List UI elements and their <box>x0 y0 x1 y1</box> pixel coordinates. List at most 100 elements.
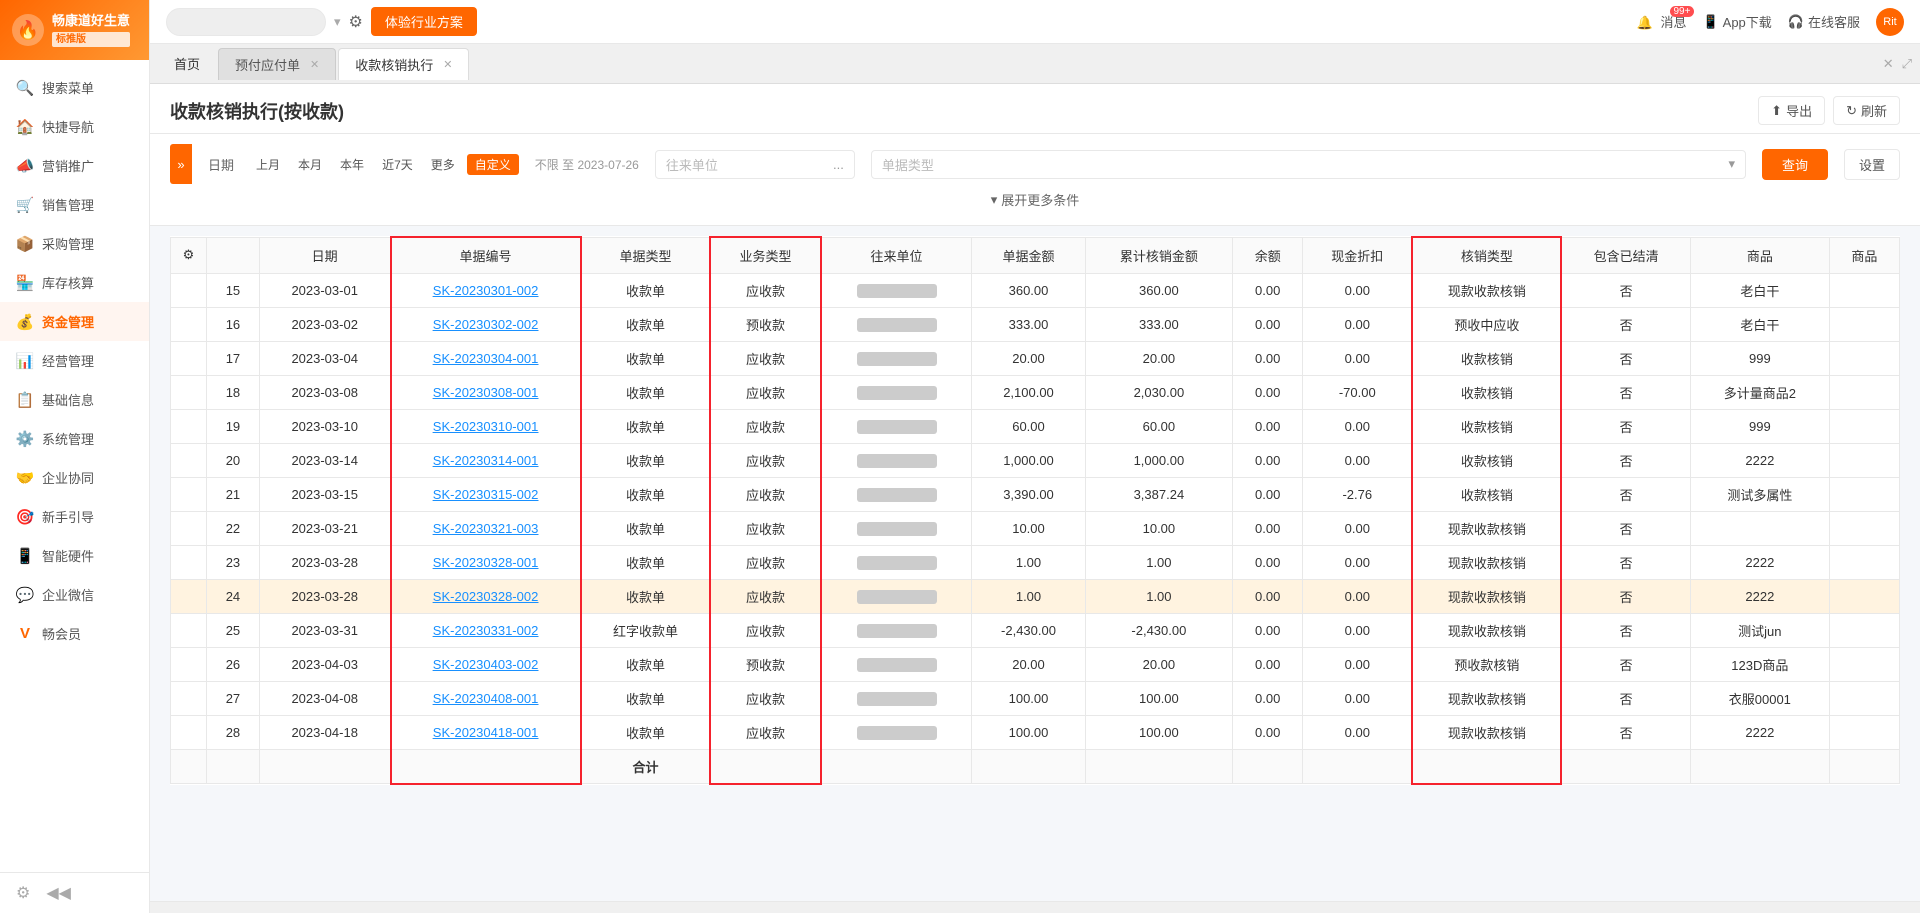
sidebar-item-hardware[interactable]: 📱 智能硬件 <box>0 536 149 575</box>
col-biztype-header[interactable]: 业务类型 <box>710 237 820 274</box>
row-docno[interactable]: SK-20230418-001 <box>391 716 581 750</box>
sidebar-item-member[interactable]: V 畅会员 <box>0 614 149 653</box>
sidebar-item-system[interactable]: ⚙️ 系统管理 <box>0 419 149 458</box>
horizontal-scrollbar[interactable] <box>150 901 1920 913</box>
row-docno[interactable]: SK-20230403-002 <box>391 648 581 682</box>
sidebar-item-marketing[interactable]: 📣 营销推广 <box>0 146 149 185</box>
col-date-header[interactable]: 日期 <box>259 237 390 274</box>
row-docno[interactable]: SK-20230304-001 <box>391 342 581 376</box>
doc-no-link[interactable]: SK-20230331-002 <box>433 623 539 638</box>
col-cumulative-header[interactable]: 累计核销金额 <box>1085 237 1233 274</box>
sidebar-item-search[interactable]: 🔍 搜索菜单 <box>0 68 149 107</box>
col-rowno-header <box>207 237 260 274</box>
col-amount-header[interactable]: 单据金额 <box>972 237 1085 274</box>
row-biztype: 应收款 <box>710 274 820 308</box>
col-settled-header[interactable]: 包含已结清 <box>1561 237 1690 274</box>
this-month-btn[interactable]: 本月 <box>292 154 328 175</box>
chevron-down-icon: ▾ <box>991 192 998 208</box>
gear-icon[interactable]: ⚙ <box>349 12 363 32</box>
page-header-actions: ⬆ 导出 ↻ 刷新 <box>1758 96 1900 125</box>
sidebar-item-ops[interactable]: 📊 经营管理 <box>0 341 149 380</box>
filter-settings-button[interactable]: 设置 <box>1844 149 1900 180</box>
tab-collection[interactable]: 收款核销执行 ✕ <box>338 48 469 80</box>
doc-no-link[interactable]: SK-20230408-001 <box>433 691 539 706</box>
sidebar-item-finance[interactable]: 💰 资金管理 <box>0 302 149 341</box>
doc-no-link[interactable]: SK-20230301-002 <box>433 283 539 298</box>
sidebar-item-corp[interactable]: 🤝 企业协同 <box>0 458 149 497</box>
tab-prepay-close-icon[interactable]: ✕ <box>310 58 319 71</box>
last-7days-btn[interactable]: 近7天 <box>376 154 419 175</box>
doc-no-link[interactable]: SK-20230304-001 <box>433 351 539 366</box>
custom-date-btn[interactable]: 自定义 <box>467 154 519 175</box>
col-settings-header[interactable]: ⚙ <box>171 237 207 274</box>
doc-no-link[interactable]: SK-20230403-002 <box>433 657 539 672</box>
doc-no-link[interactable]: SK-20230315-002 <box>433 487 539 502</box>
sidebar-item-purchase[interactable]: 📦 采购管理 <box>0 224 149 263</box>
doc-no-link[interactable]: SK-20230321-003 <box>433 521 539 536</box>
online-support[interactable]: 🎧 在线客服 <box>1788 12 1860 31</box>
row-docno[interactable]: SK-20230314-001 <box>391 444 581 478</box>
col-discount-header[interactable]: 现金折扣 <box>1303 237 1413 274</box>
type-filter[interactable]: 单据类型 ▾ <box>871 150 1746 179</box>
tab-maximize-icon[interactable]: ⤢ <box>1902 56 1912 72</box>
row-checkbox <box>171 410 207 444</box>
doc-no-link[interactable]: SK-20230328-002 <box>433 589 539 604</box>
sidebar-item-wechat[interactable]: 💬 企业微信 <box>0 575 149 614</box>
sidebar-item-quick-nav[interactable]: 🏠 快捷导航 <box>0 107 149 146</box>
row-docno[interactable]: SK-20230301-002 <box>391 274 581 308</box>
row-docno[interactable]: SK-20230331-002 <box>391 614 581 648</box>
col-partner-header[interactable]: 往来单位 <box>821 237 972 274</box>
app-download[interactable]: 📱 App下载 <box>1702 12 1771 31</box>
sidebar-collapse-icon[interactable]: ◀◀ <box>46 883 71 903</box>
doc-no-link[interactable]: SK-20230308-001 <box>433 385 539 400</box>
doc-no-link[interactable]: SK-20230314-001 <box>433 453 539 468</box>
query-button[interactable]: 查询 <box>1762 149 1828 180</box>
user-avatar[interactable]: Rit <box>1876 8 1904 36</box>
doc-no-link[interactable]: SK-20230310-001 <box>433 419 539 434</box>
row-doctype: 收款单 <box>581 376 711 410</box>
tab-collection-close-icon[interactable]: ✕ <box>443 58 452 71</box>
sidebar-settings-icon[interactable]: ⚙ <box>16 883 30 903</box>
row-docno[interactable]: SK-20230308-001 <box>391 376 581 410</box>
row-docno[interactable]: SK-20230328-001 <box>391 546 581 580</box>
col-balance-header[interactable]: 余额 <box>1233 237 1303 274</box>
tab-home[interactable]: 首页 <box>158 48 216 80</box>
tab-prepay[interactable]: 预付应付单 ✕ <box>218 48 336 80</box>
solution-button[interactable]: 体验行业方案 <box>371 7 477 36</box>
doc-no-link[interactable]: SK-20230418-001 <box>433 725 539 740</box>
row-docno[interactable]: SK-20230321-003 <box>391 512 581 546</box>
row-discount: 0.00 <box>1303 716 1413 750</box>
col-docno-header[interactable]: 单据编号 <box>391 237 581 274</box>
row-docno[interactable]: SK-20230315-002 <box>391 478 581 512</box>
col-goods-header[interactable]: 商品 <box>1690 237 1829 274</box>
sidebar-item-sales[interactable]: 🛒 销售管理 <box>0 185 149 224</box>
row-docno[interactable]: SK-20230310-001 <box>391 410 581 444</box>
row-docno[interactable]: SK-20230328-002 <box>391 580 581 614</box>
export-button[interactable]: ⬆ 导出 <box>1758 96 1825 125</box>
table-settings-icon[interactable]: ⚙ <box>183 247 195 262</box>
col-doctype-header[interactable]: 单据类型 <box>581 237 711 274</box>
filter-toggle-btn[interactable]: » <box>170 144 192 184</box>
tab-prepay-label: 预付应付单 <box>235 55 300 74</box>
dropdown-arrow-icon[interactable]: ▾ <box>334 14 341 30</box>
row-goods2 <box>1829 308 1899 342</box>
more-dates-btn[interactable]: 更多 <box>425 154 461 175</box>
refresh-button[interactable]: ↻ 刷新 <box>1833 96 1900 125</box>
col-canceltype-header[interactable]: 核销类型 <box>1412 237 1561 274</box>
last-month-btn[interactable]: 上月 <box>250 154 286 175</box>
tab-close-all-icon[interactable]: ✕ <box>1883 56 1894 72</box>
row-no: 28 <box>207 716 260 750</box>
partner-filter[interactable]: 往来单位 ... <box>655 150 855 179</box>
doc-no-link[interactable]: SK-20230328-001 <box>433 555 539 570</box>
doc-no-link[interactable]: SK-20230302-002 <box>433 317 539 332</box>
sidebar-item-inventory[interactable]: 🏪 库存核算 <box>0 263 149 302</box>
sidebar-item-basic[interactable]: 📋 基础信息 <box>0 380 149 419</box>
this-year-btn[interactable]: 本年 <box>334 154 370 175</box>
row-docno[interactable]: SK-20230302-002 <box>391 308 581 342</box>
col-goods2-header[interactable]: 商品 <box>1829 237 1899 274</box>
row-docno[interactable]: SK-20230408-001 <box>391 682 581 716</box>
row-doctype: 收款单 <box>581 342 711 376</box>
expand-conditions-btn[interactable]: ▾ 展开更多条件 <box>991 190 1080 209</box>
notification-badge[interactable]: 🔔 99+ 消息 <box>1637 12 1687 31</box>
sidebar-item-newbie[interactable]: 🎯 新手引导 <box>0 497 149 536</box>
